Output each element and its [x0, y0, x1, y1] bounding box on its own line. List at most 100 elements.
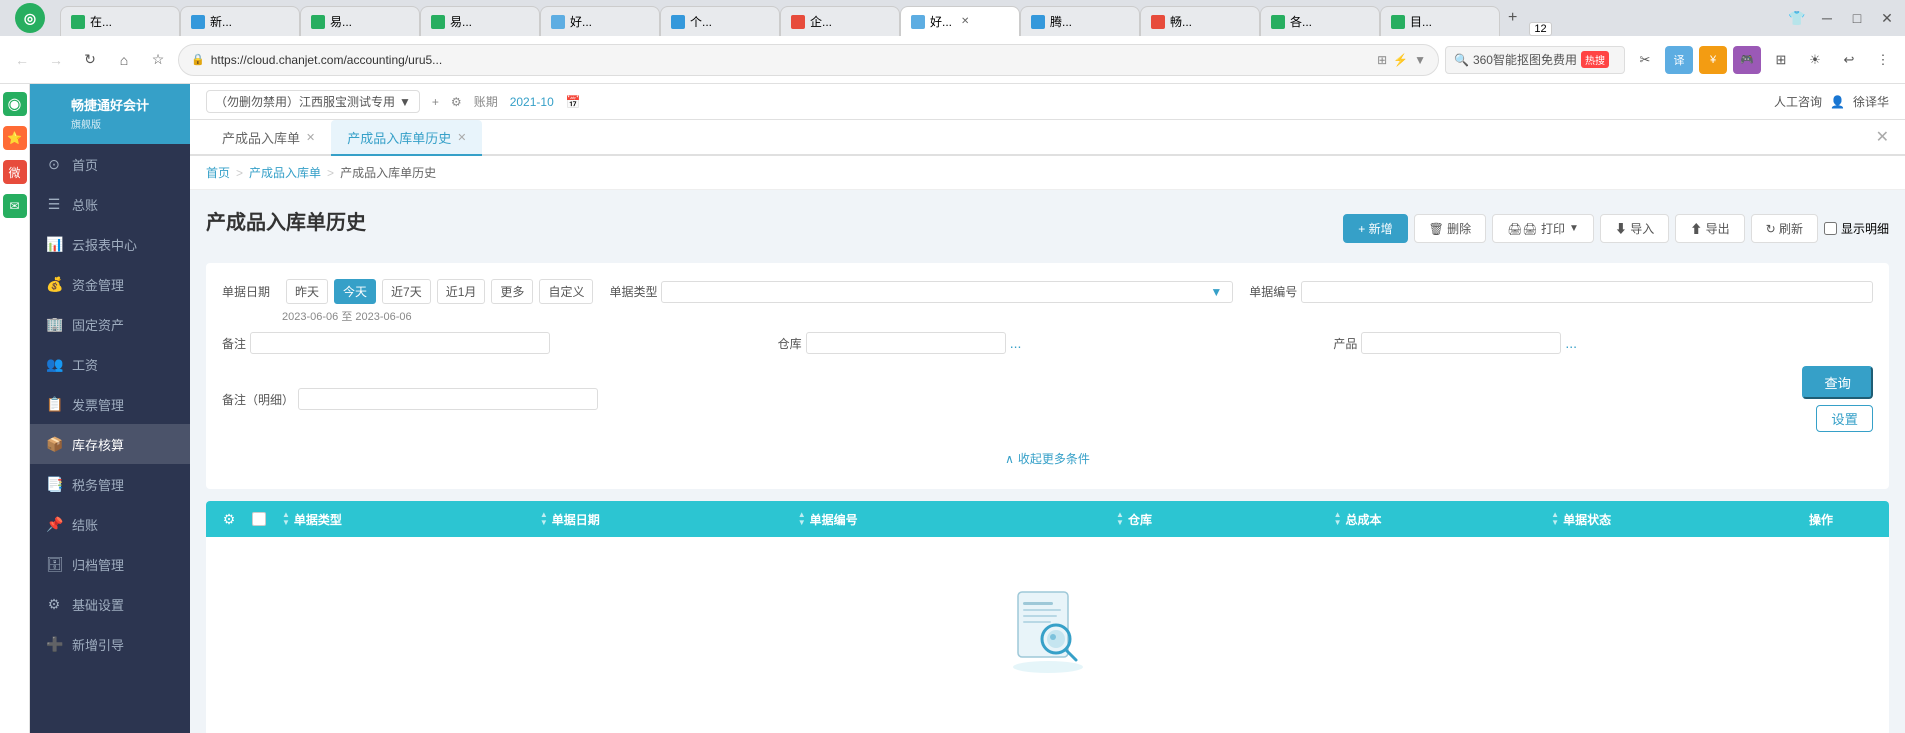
minimize-button[interactable]: ─ [1813, 4, 1841, 32]
tab-doc-history[interactable]: 产成品入库单历史 ✕ [331, 120, 482, 156]
shirt-icon[interactable]: 👕 [1783, 4, 1811, 32]
sidebar-item-home[interactable]: ⊙ 首页 [30, 144, 190, 184]
add-company-button[interactable]: + [432, 95, 439, 109]
collapse-filters-button[interactable]: ∧ 收起更多条件 [222, 444, 1873, 473]
sidebar-item-report[interactable]: 📊 云报表中心 [30, 224, 190, 264]
period-value[interactable]: 2021-10 [510, 95, 554, 109]
back-button[interactable]: ← [8, 46, 36, 74]
grid-view-icon[interactable]: ⊞ [1767, 46, 1795, 74]
date-more[interactable]: 更多 [491, 279, 533, 304]
date-1month[interactable]: 近1月 [437, 279, 486, 304]
add-tab-button[interactable]: + [1500, 5, 1525, 31]
date-yesterday[interactable]: 昨天 [286, 279, 328, 304]
sidebar-item-closing[interactable]: 📌 结账 [30, 504, 190, 544]
delete-button[interactable]: 🗑 删除 [1414, 214, 1487, 243]
tab-t7[interactable]: 企... [780, 6, 900, 36]
bookmark-button[interactable]: ☆ [144, 46, 172, 74]
email-icon[interactable]: ✉ [3, 194, 27, 218]
tab-t1[interactable]: 在... [60, 6, 180, 36]
date-custom[interactable]: 自定义 [539, 279, 593, 304]
refresh-button[interactable]: ↻ [76, 46, 104, 74]
company-settings-icon[interactable]: ⚙ [451, 95, 462, 109]
tab-t4[interactable]: 易... [420, 6, 540, 36]
tab-t3[interactable]: 易... [300, 6, 420, 36]
col-doc-type[interactable]: ▲▼ 单据类型 [274, 511, 532, 528]
tab-t9[interactable]: 腾... [1020, 6, 1140, 36]
doc-type-dropdown[interactable]: ▼ [661, 281, 1233, 303]
sidebar-item-archive[interactable]: 🗄 归档管理 [30, 544, 190, 584]
col-doc-date[interactable]: ▲▼ 单据日期 [532, 511, 790, 528]
tab-t8[interactable]: 好... ✕ [900, 6, 1020, 36]
sidebar-item-asset[interactable]: 🏢 固定资产 [30, 304, 190, 344]
col-warehouse[interactable]: ▲▼ 仓库 [1108, 511, 1326, 528]
sidebar-item-tax[interactable]: 📑 税务管理 [30, 464, 190, 504]
table-select-all[interactable] [244, 512, 274, 526]
product-dots[interactable]: ... [1565, 335, 1577, 351]
tab-close-t8[interactable]: ✕ [961, 16, 969, 27]
settings-button[interactable]: 设置 [1816, 405, 1873, 432]
query-button[interactable]: 查询 [1802, 366, 1873, 399]
more-icon[interactable]: ⋮ [1869, 46, 1897, 74]
date-today[interactable]: 今天 [334, 279, 376, 304]
consult-button[interactable]: 人工咨询 [1774, 93, 1822, 110]
date-7days[interactable]: 近7天 [382, 279, 431, 304]
scissors-icon[interactable]: ✂ [1631, 46, 1659, 74]
sidebar-item-settings[interactable]: ⚙ 基础设置 [30, 584, 190, 624]
calendar-icon[interactable]: 📅 [566, 95, 581, 109]
tab-t2[interactable]: 新... [180, 6, 300, 36]
breadcrumb-doc-list[interactable]: 产成品入库单 [249, 164, 321, 181]
doc-list-tab-close[interactable]: ✕ [306, 131, 315, 144]
export-button[interactable]: ⬆ 导出 [1675, 214, 1744, 243]
forward-button[interactable]: → [42, 46, 70, 74]
chanjet-icon[interactable]: ◉ [3, 92, 27, 116]
import-button[interactable]: ⬇ 导入 [1600, 214, 1669, 243]
show-detail-checkbox[interactable]: 显示明细 [1824, 214, 1889, 243]
sidebar-item-invoice[interactable]: 📋 发票管理 [30, 384, 190, 424]
note-detail-input[interactable] [298, 388, 598, 410]
orange-app-icon[interactable]: ⭐ [3, 126, 27, 150]
search-bar-extension[interactable]: 🔍 360智能抠图免费用 热搜 [1445, 46, 1625, 74]
maximize-button[interactable]: □ [1843, 4, 1871, 32]
sun-icon[interactable]: ☀ [1801, 46, 1829, 74]
warehouse-input[interactable] [806, 332, 1006, 354]
lightning-icon[interactable]: ⚡ [1393, 53, 1408, 67]
tab-t10[interactable]: 畅... [1140, 6, 1260, 36]
tab-t6[interactable]: 个... [660, 6, 780, 36]
sidebar-item-payroll[interactable]: 👥 工资 [30, 344, 190, 384]
print-button[interactable]: 🖨 🖨 打印 ▼ [1492, 214, 1594, 243]
doc-history-tab-close[interactable]: ✕ [457, 131, 466, 144]
col-doc-no[interactable]: ▲▼ 单据编号 [790, 511, 1108, 528]
col-doc-status[interactable]: ▲▼ 单据状态 [1543, 511, 1801, 528]
translate-icon[interactable]: 译 [1665, 46, 1693, 74]
tab-t5[interactable]: 好... [540, 6, 660, 36]
note-input[interactable] [250, 332, 550, 354]
close-panel-icon[interactable]: ✕ [1876, 127, 1889, 147]
tab-doc-list[interactable]: 产成品入库单 ✕ [206, 120, 331, 156]
select-all-checkbox[interactable] [252, 512, 266, 526]
show-detail-input[interactable] [1824, 222, 1837, 235]
tab-t12[interactable]: 目... [1380, 6, 1500, 36]
product-input[interactable] [1361, 332, 1561, 354]
game-icon[interactable]: 🎮 [1733, 46, 1761, 74]
breadcrumb-home[interactable]: 首页 [206, 164, 230, 181]
sidebar-item-fund[interactable]: 💰 资金管理 [30, 264, 190, 304]
col-total-cost[interactable]: ▲▼ 总成本 [1326, 511, 1544, 528]
doc-no-input[interactable] [1301, 281, 1873, 303]
sidebar-item-new-guide[interactable]: ➕ 新增引导 [30, 624, 190, 664]
home-button[interactable]: ⌂ [110, 46, 138, 74]
grid-icon[interactable]: ⊞ [1377, 53, 1387, 67]
close-window-button[interactable]: ✕ [1873, 4, 1901, 32]
sidebar-item-inventory[interactable]: 📦 库存核算 [30, 424, 190, 464]
new-button[interactable]: + 新增 [1343, 214, 1407, 243]
table-settings-icon[interactable]: ⚙ [214, 511, 244, 528]
yuan-icon[interactable]: ¥ [1699, 46, 1727, 74]
company-selector[interactable]: （勿删勿禁用）江西服宝测试专用 ▼ [206, 90, 420, 113]
warehouse-dots[interactable]: ... [1010, 335, 1022, 351]
weibo-icon[interactable]: 微 [3, 160, 27, 184]
undo-icon[interactable]: ↩ [1835, 46, 1863, 74]
sidebar-item-ledger[interactable]: ☰ 总账 [30, 184, 190, 224]
tab-t11[interactable]: 各... [1260, 6, 1380, 36]
dropdown-icon[interactable]: ▼ [1414, 53, 1426, 67]
refresh-action-button[interactable]: ↻ 刷新 [1751, 214, 1818, 243]
address-bar[interactable]: 🔒 https://cloud.chanjet.com/accounting/u… [178, 44, 1439, 76]
